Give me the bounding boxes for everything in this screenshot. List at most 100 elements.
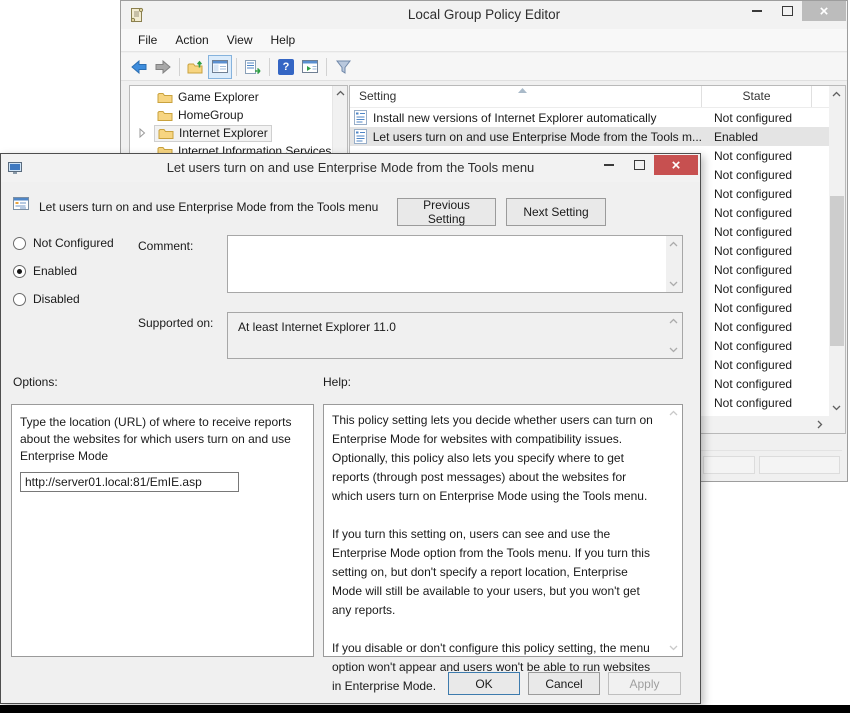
dialog-minimize-button[interactable] [594, 155, 624, 175]
scroll-down-icon[interactable] [669, 281, 678, 287]
back-button[interactable] [127, 55, 151, 79]
maximize-icon [634, 160, 645, 170]
toolbar-separator [269, 58, 270, 76]
maximize-button[interactable] [772, 1, 802, 21]
radio-button-icon[interactable] [13, 237, 26, 250]
policy-setting-dialog: Let users turn on and use Enterprise Mod… [0, 153, 701, 704]
help-label: Help: [323, 375, 351, 389]
standard-view-button[interactable] [298, 55, 322, 79]
list-vertical-scrollbar[interactable] [829, 86, 845, 416]
list-row[interactable]: Install new versions of Internet Explore… [350, 108, 845, 127]
scroll-up-icon[interactable] [669, 410, 678, 416]
scroll-right-icon[interactable] [817, 420, 823, 429]
menu-action[interactable]: Action [166, 30, 217, 50]
scroll-up-icon[interactable] [336, 90, 345, 96]
state-cell: Not configured [702, 358, 812, 372]
status-pane [703, 456, 755, 474]
toolbar-separator [326, 58, 327, 76]
minimize-icon [752, 10, 762, 12]
help-scrollbar[interactable] [666, 405, 682, 656]
filter-button[interactable] [331, 55, 355, 79]
scroll-up-icon[interactable] [669, 241, 678, 247]
screen-bottom-edge [0, 705, 850, 713]
dialog-close-button[interactable]: × [654, 155, 698, 175]
menu-view[interactable]: View [218, 30, 262, 50]
help-button[interactable]: ? [274, 55, 298, 79]
radio-button-checked-icon[interactable] [13, 265, 26, 278]
up-folder-icon [187, 59, 205, 75]
desktop: Local Group Policy Editor × File Action … [0, 0, 850, 713]
state-cell: Not configured [702, 282, 812, 296]
tree-item-homegroup[interactable]: HomeGroup [130, 106, 347, 124]
ok-button[interactable]: OK [448, 672, 520, 695]
state-cell: Not configured [702, 320, 812, 334]
tree-item-game-explorer[interactable]: Game Explorer [130, 88, 347, 106]
minimize-button[interactable] [742, 1, 772, 21]
help-box: This policy setting lets you decide whet… [323, 404, 683, 657]
menu-file[interactable]: File [129, 30, 166, 50]
supported-on-box: At least Internet Explorer 11.0 [227, 312, 683, 359]
report-url-input[interactable] [20, 472, 239, 492]
state-cell: Not configured [702, 244, 812, 258]
dialog-titlebar[interactable]: Let users turn on and use Enterprise Mod… [1, 154, 700, 182]
options-description: Type the location (URL) of where to rece… [20, 414, 305, 465]
expander-icon[interactable] [139, 128, 146, 138]
menu-help[interactable]: Help [262, 30, 305, 50]
cancel-button[interactable]: Cancel [528, 672, 600, 695]
radio-enabled[interactable]: Enabled [13, 263, 77, 279]
show-console-tree-button[interactable] [208, 55, 232, 79]
previous-setting-button[interactable]: Previous Setting [397, 198, 496, 226]
menubar: File Action View Help [121, 29, 847, 52]
minimize-icon [604, 164, 614, 166]
state-cell: Not configured [702, 225, 812, 239]
column-header-setting[interactable]: Setting [350, 86, 702, 107]
comment-input[interactable] [228, 236, 666, 292]
supported-scrollbar[interactable] [666, 313, 682, 358]
scroll-up-icon[interactable] [669, 318, 678, 324]
state-cell: Not configured [702, 396, 812, 410]
next-setting-button[interactable]: Next Setting [506, 198, 606, 226]
state-cell: Enabled [702, 130, 812, 144]
close-icon: × [820, 4, 829, 19]
export-list-button[interactable] [241, 55, 265, 79]
scrollbar-thumb[interactable] [830, 196, 844, 346]
toolbar-separator [179, 58, 180, 76]
list-row-selected[interactable]: Let users turn on and use Enterprise Mod… [350, 127, 845, 146]
dialog-maximize-button[interactable] [624, 155, 654, 175]
tree-items: Game Explorer HomeGroup Internet Explore… [130, 86, 347, 160]
setting-label: Install new versions of Internet Explore… [373, 111, 656, 125]
scroll-down-icon[interactable] [669, 347, 678, 353]
status-pane [759, 456, 840, 474]
radio-label: Not Configured [33, 236, 114, 250]
supported-on-label: Supported on: [138, 316, 213, 330]
radio-button-icon[interactable] [13, 293, 26, 306]
scroll-down-icon[interactable] [669, 645, 678, 651]
comment-scrollbar[interactable] [666, 236, 682, 292]
supported-on-value: At least Internet Explorer 11.0 [238, 320, 396, 334]
setting-cell: Let users turn on and use Enterprise Mod… [350, 129, 702, 144]
up-one-level-button[interactable] [184, 55, 208, 79]
close-button[interactable]: × [802, 1, 846, 21]
forward-button[interactable] [151, 55, 175, 79]
policy-setting-icon [354, 110, 367, 125]
folder-icon [157, 109, 173, 122]
scroll-down-icon[interactable] [832, 405, 841, 411]
state-cell: Not configured [702, 168, 812, 182]
tree-item-internet-explorer[interactable]: Internet Explorer [130, 124, 347, 142]
options-label: Options: [13, 375, 58, 389]
radio-not-configured[interactable]: Not Configured [13, 235, 114, 251]
help-icon: ? [278, 59, 294, 75]
maximize-icon [782, 6, 793, 16]
radio-disabled[interactable]: Disabled [13, 291, 80, 307]
gpedit-titlebar[interactable]: Local Group Policy Editor × [121, 1, 847, 29]
state-cell: Not configured [702, 377, 812, 391]
folder-icon [157, 91, 173, 104]
column-header-state[interactable]: State [702, 86, 812, 107]
policy-setting-icon [354, 129, 367, 144]
export-list-icon [245, 60, 262, 74]
apply-button[interactable]: Apply [608, 672, 681, 695]
back-icon [130, 60, 148, 74]
console-tree-icon [212, 60, 228, 73]
scroll-up-icon[interactable] [832, 91, 841, 97]
list-header: Setting State [350, 86, 845, 108]
